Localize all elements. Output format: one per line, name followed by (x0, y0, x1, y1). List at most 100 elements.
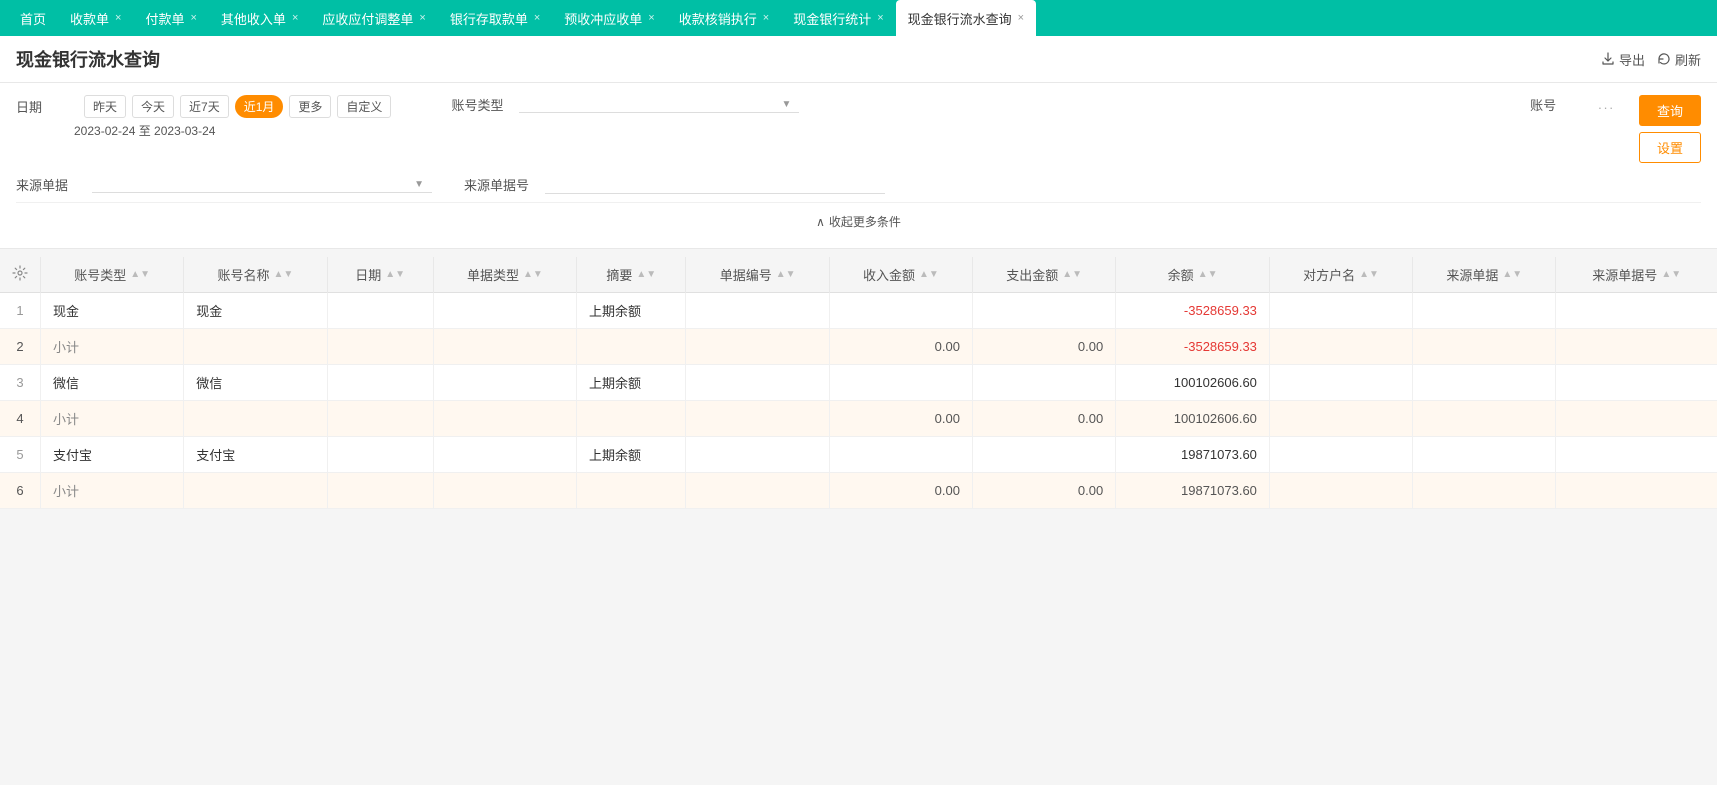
query-button[interactable]: 查询 (1639, 95, 1701, 126)
nav-adjustment[interactable]: 应收应付调整单 × (310, 0, 437, 36)
date-btn-yesterday[interactable]: 昨天 (84, 95, 126, 118)
cell-doc-type (433, 473, 576, 509)
sort-icon[interactable]: ▲▼ (1502, 272, 1522, 278)
sort-icon[interactable]: ▲▼ (385, 272, 405, 278)
sort-icon[interactable]: ▲▼ (636, 272, 656, 278)
th-expense: 支出金额▲▼ (972, 257, 1115, 293)
cell-source-doc (1413, 437, 1556, 473)
cell-source-doc (1413, 401, 1556, 437)
collapse-button[interactable]: ∧ 收起更多条件 (816, 209, 901, 234)
sort-icon[interactable]: ▲▼ (776, 272, 796, 278)
th-summary: 摘要▲▼ (577, 257, 686, 293)
table-header-row: 账号类型▲▼ 账号名称▲▼ 日期▲▼ 单据类型▲▼ 摘要▲▼ 单据编号▲▼ (0, 257, 1717, 293)
date-range-display: 2023-02-24 至 2023-03-24 (74, 124, 215, 138)
cell-source-doc-no (1556, 437, 1717, 473)
date-btn-1month[interactable]: 近1月 (235, 95, 284, 118)
cell-doc-type (433, 437, 576, 473)
row-number: 3 (0, 365, 41, 401)
date-label: 日期 (16, 97, 76, 116)
cell-counterparty (1269, 401, 1412, 437)
nav-payment[interactable]: 付款单 × (133, 0, 208, 36)
cell-account-type: 小计 (41, 401, 184, 437)
th-doc-type: 单据类型▲▼ (433, 257, 576, 293)
date-filter-group: 日期 昨天 今天 近7天 近1月 更多 自定义 2023-02-24 至 202… (16, 95, 391, 139)
close-icon[interactable]: × (115, 12, 121, 24)
export-button[interactable]: 导出 (1601, 50, 1645, 69)
nav-advance[interactable]: 预收冲应收单 × (552, 0, 666, 36)
cell-balance: 19871073.60 (1116, 473, 1270, 509)
cell-summary (577, 329, 686, 365)
account-more-icon[interactable]: ... (1598, 97, 1615, 112)
cell-expense: 0.00 (972, 401, 1115, 437)
account-type-filter-group: 账号类型 ▼ (391, 95, 1530, 114)
page-title: 现金银行流水查询 (16, 46, 160, 72)
date-options: 昨天 今天 近7天 近1月 更多 自定义 (84, 95, 391, 118)
account-label: 账号 (1530, 95, 1590, 114)
refresh-button[interactable]: 刷新 (1657, 50, 1701, 69)
close-icon[interactable]: × (419, 12, 425, 24)
th-counterparty: 对方户名▲▼ (1269, 257, 1412, 293)
cell-counterparty (1269, 293, 1412, 329)
sort-icon[interactable]: ▲▼ (1198, 272, 1218, 278)
sort-icon[interactable]: ▲▼ (130, 272, 150, 278)
table-row: 6 小计 0.00 0.00 19871073.60 (0, 473, 1717, 509)
th-date: 日期▲▼ (327, 257, 433, 293)
nav-collection[interactable]: 收款核销执行 × (667, 0, 781, 36)
row-number: 2 (0, 329, 41, 365)
cell-source-doc-no (1556, 293, 1717, 329)
nav-other-income[interactable]: 其他收入单 × (209, 0, 310, 36)
close-icon[interactable]: × (190, 12, 196, 24)
nav-cash-stats[interactable]: 现金银行统计 × (781, 0, 895, 36)
close-icon[interactable]: × (292, 12, 298, 24)
row-number: 5 (0, 437, 41, 473)
th-source-doc-no: 来源单据号▲▼ (1556, 257, 1717, 293)
close-icon[interactable]: × (648, 12, 654, 24)
th-account-name: 账号名称▲▼ (184, 257, 327, 293)
cell-account-name: 现金 (184, 293, 327, 329)
row-number: 1 (0, 293, 41, 329)
cell-expense: 0.00 (972, 329, 1115, 365)
cell-account-name: 微信 (184, 365, 327, 401)
cell-doc-type (433, 293, 576, 329)
date-btn-more[interactable]: 更多 (289, 95, 331, 118)
cell-expense (972, 365, 1115, 401)
sort-icon[interactable]: ▲▼ (1062, 272, 1082, 278)
cell-doc-no (686, 293, 829, 329)
source-doc-select[interactable]: ▼ (92, 177, 432, 193)
sort-icon[interactable]: ▲▼ (919, 272, 939, 278)
cell-expense (972, 437, 1115, 473)
cell-income: 0.00 (829, 329, 972, 365)
close-icon[interactable]: × (534, 12, 540, 24)
account-filter-buttons: 账号 ... 查询 设置 (1530, 95, 1701, 163)
sort-icon[interactable]: ▲▼ (523, 272, 543, 278)
cell-income (829, 437, 972, 473)
account-type-select[interactable]: ▼ (519, 97, 799, 113)
th-account-type: 账号类型▲▼ (41, 257, 184, 293)
close-icon[interactable]: × (1018, 12, 1024, 24)
cell-source-doc (1413, 365, 1556, 401)
nav-cash-flow[interactable]: 现金银行流水查询 × (896, 0, 1036, 36)
th-income: 收入金额▲▼ (829, 257, 972, 293)
settings-button[interactable]: 设置 (1639, 132, 1701, 163)
cell-summary: 上期余额 (577, 365, 686, 401)
close-icon[interactable]: × (877, 12, 883, 24)
cell-doc-type (433, 401, 576, 437)
date-btn-today[interactable]: 今天 (132, 95, 174, 118)
top-navigation: 首页 收款单 × 付款单 × 其他收入单 × 应收应付调整单 × 银行存取款单 … (0, 0, 1717, 36)
cell-date (327, 401, 433, 437)
sort-icon[interactable]: ▲▼ (1359, 272, 1379, 278)
source-doc-filter-row: 来源单据 ▼ 来源单据号 (16, 175, 1701, 194)
nav-receipt[interactable]: 收款单 × (58, 0, 133, 36)
sort-icon[interactable]: ▲▼ (1661, 272, 1681, 278)
cell-summary (577, 401, 686, 437)
sort-icon[interactable]: ▲▼ (273, 272, 293, 278)
nav-bank-deposit[interactable]: 银行存取款单 × (438, 0, 552, 36)
cell-account-type: 小计 (41, 473, 184, 509)
date-btn-custom[interactable]: 自定义 (337, 95, 391, 118)
nav-home[interactable]: 首页 (8, 0, 58, 36)
close-icon[interactable]: × (763, 12, 769, 24)
date-btn-7days[interactable]: 近7天 (180, 95, 229, 118)
settings-icon[interactable] (12, 265, 28, 281)
chevron-down-icon: ▼ (414, 179, 424, 190)
source-doc-no-input[interactable] (545, 175, 885, 194)
